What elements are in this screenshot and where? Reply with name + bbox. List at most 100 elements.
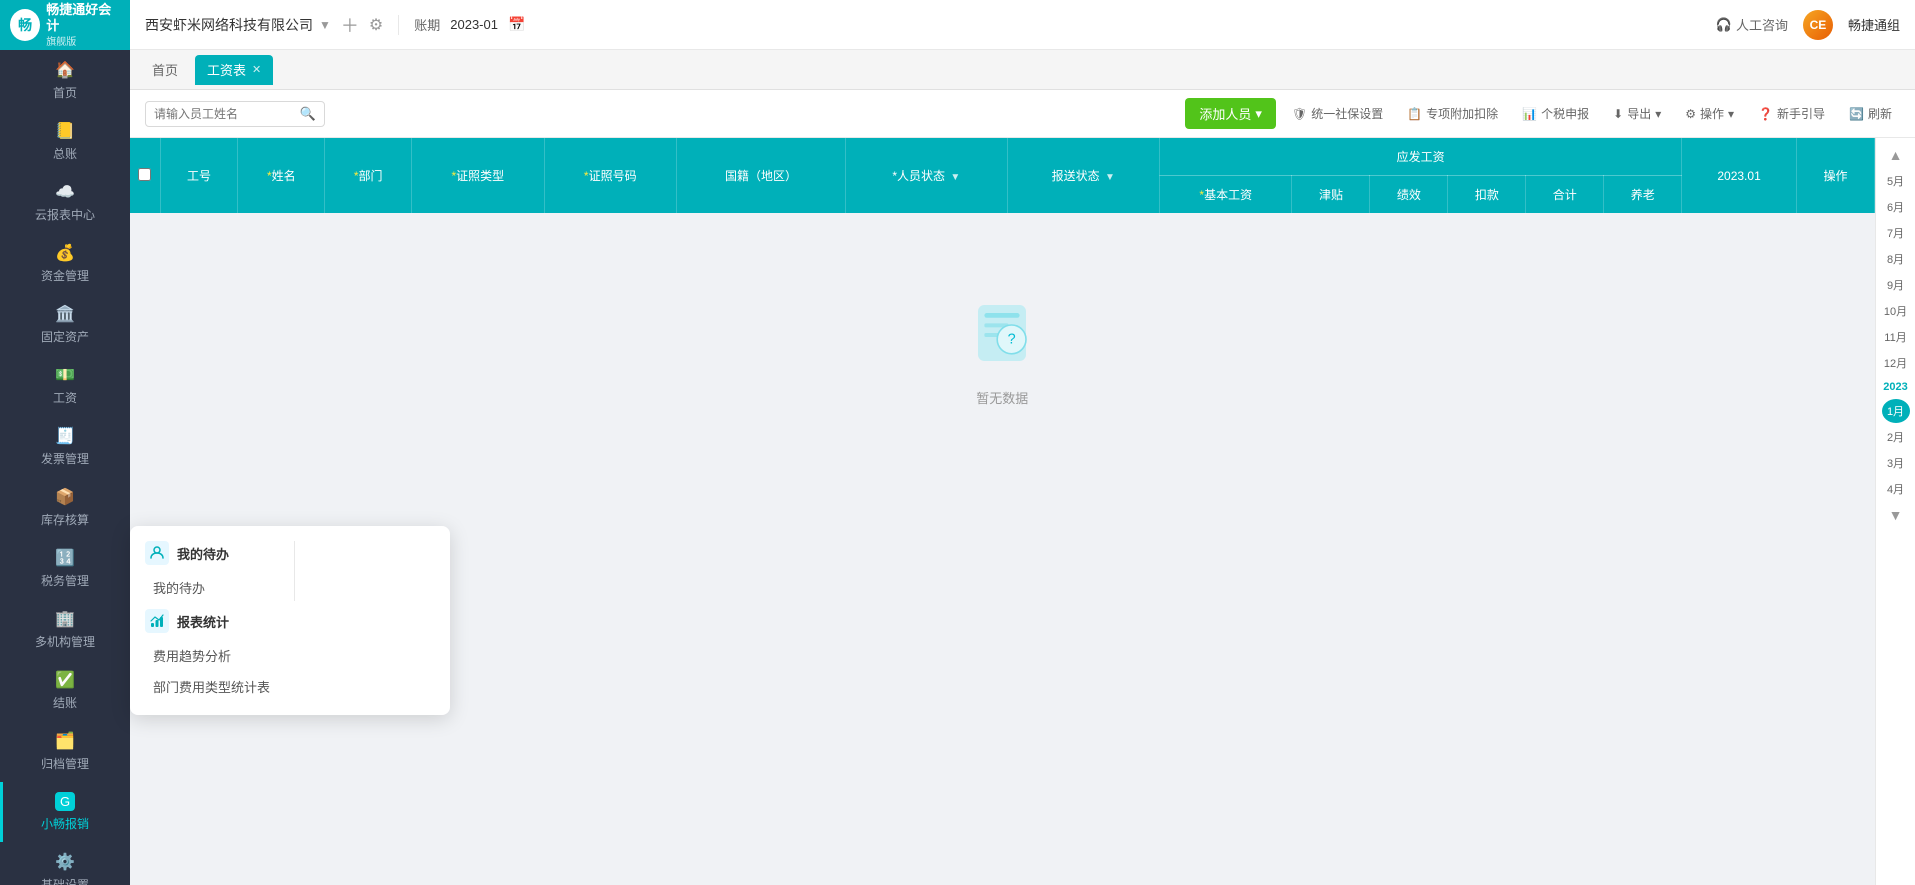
col-op: 操作	[1796, 138, 1874, 213]
nav-up-button[interactable]: ▲	[1885, 143, 1907, 167]
popup-columns: 我的待办 我的待办 报表统计 费用趋势分析 部门费用类型统计表	[145, 541, 435, 700]
tab-home[interactable]: 首页	[140, 55, 190, 85]
assets-icon: 🏛️	[55, 304, 75, 324]
add-company-button[interactable]: ＋	[341, 12, 359, 38]
popup-section2-header: 报表统计	[145, 609, 286, 633]
company-selector[interactable]: 西安虾米网络科技有限公司 ▼	[145, 15, 331, 35]
col-nationality: 国籍（地区）	[676, 138, 845, 213]
month-6[interactable]: 6月	[1876, 195, 1915, 219]
user-name[interactable]: 畅捷通组	[1848, 15, 1900, 34]
dropdown-arrow-icon: ▾	[1255, 106, 1262, 122]
col-period: 2023.01	[1682, 138, 1797, 213]
col-jobnum: 工号	[160, 138, 238, 213]
settlement-icon: ✅	[55, 670, 75, 690]
month-4[interactable]: 4月	[1876, 477, 1915, 501]
personal-tax-button[interactable]: 📊 个税申报	[1514, 100, 1597, 127]
col-allowance: 津贴	[1292, 176, 1370, 214]
archive-icon: 🗂️	[55, 731, 75, 751]
month-7[interactable]: 7月	[1876, 221, 1915, 245]
social-security-button[interactable]: 🛡 统一社保设置	[1284, 100, 1391, 127]
popup-menu: 我的待办 我的待办 报表统计 费用趋势分析 部门费用类型统计表	[130, 526, 450, 715]
popup-item-trend[interactable]: 费用趋势分析	[145, 642, 286, 669]
month-11[interactable]: 11月	[1876, 325, 1915, 349]
sidebar-nav: 🏠 首页 📒 总账 ☁️ 云报表中心 💰 资金管理 🏛️ 固定资产 💵 工	[0, 50, 130, 885]
sidebar-item-salary[interactable]: 💵 工资	[0, 355, 130, 416]
sidebar-item-home[interactable]: 🏠 首页	[0, 50, 130, 111]
refresh-button[interactable]: 🔄 刷新	[1841, 100, 1900, 127]
col-performance: 绩效	[1370, 176, 1448, 214]
home-icon: 🏠	[55, 60, 75, 80]
sidebar-item-xiaochang[interactable]: G 小畅报销	[0, 782, 130, 842]
page-header: 🔍 添加人员 ▾ 🛡 统一社保设置 📋 专项附加扣除	[130, 90, 1915, 138]
sidebar-item-tax[interactable]: 🔢 税务管理	[0, 538, 130, 599]
col-submit-status: 报送状态 ▼	[1007, 138, 1160, 213]
submit-filter-icon[interactable]: ▼	[1105, 172, 1115, 183]
divider	[398, 15, 399, 35]
invoice-icon: 🧾	[55, 426, 75, 446]
content-area: 🔍 添加人员 ▾ 🛡 统一社保设置 📋 专项附加扣除	[130, 90, 1915, 885]
operation-button[interactable]: ⚙ 操作 ▾	[1677, 100, 1742, 127]
inventory-icon: 📦	[55, 487, 75, 507]
sidebar-item-multi-org[interactable]: 🏢 多机构管理	[0, 599, 130, 660]
month-3[interactable]: 3月	[1876, 451, 1915, 475]
logo-icon: 畅	[10, 9, 40, 41]
xiaochang-icon: G	[55, 792, 75, 811]
month-5[interactable]: 5月	[1876, 169, 1915, 193]
popup-divider	[294, 541, 295, 601]
sidebar-item-invoice[interactable]: 🧾 发票管理	[0, 416, 130, 477]
sidebar-item-basic-settings[interactable]: ⚙️ 基础设置	[0, 842, 130, 885]
nav-down-button[interactable]: ▼	[1885, 503, 1907, 527]
new-guide-button[interactable]: ❓ 新手引导	[1750, 100, 1833, 127]
search-wrap[interactable]: 🔍	[145, 101, 325, 127]
empty-state: ? 暂无数据	[130, 213, 1875, 487]
col-id-num: *证照号码	[544, 138, 676, 213]
salary-icon: 💵	[55, 365, 75, 385]
cloud-icon: ☁️	[55, 182, 75, 202]
fund-icon: 💰	[55, 243, 75, 263]
popup-section2-icon	[145, 609, 169, 633]
select-all-checkbox[interactable]	[138, 168, 151, 181]
avatar: CE	[1803, 10, 1833, 40]
table-container[interactable]: 工号 *姓名 *部门 *证照类型 *证照号码 国籍（地区） *人员状态 ▼ 报送…	[130, 138, 1875, 885]
tax-btn-icon: 📊	[1522, 107, 1537, 121]
support-button[interactable]: 🎧 人工咨询	[1716, 15, 1788, 34]
month-1[interactable]: 1月	[1882, 399, 1910, 423]
tab-salary-table[interactable]: 工资表 ✕	[195, 55, 273, 85]
add-person-button[interactable]: 添加人员 ▾	[1185, 98, 1276, 129]
export-icon: ⬇	[1613, 107, 1623, 121]
sidebar-item-inventory[interactable]: 📦 库存核算	[0, 477, 130, 538]
popup-item-dept-stats[interactable]: 部门费用类型统计表	[145, 673, 286, 700]
month-12[interactable]: 12月	[1876, 351, 1915, 375]
calendar-icon[interactable]: 📅	[508, 16, 525, 33]
guide-btn-icon: ❓	[1758, 107, 1773, 121]
right-panel: ▲ 5月 6月 7月 8月 9月 10月 11月 12月 2023 1月 2月 …	[1875, 138, 1915, 885]
headset-icon: 🎧	[1716, 17, 1732, 33]
popup-item-mytodo[interactable]: 我的待办	[145, 574, 286, 601]
sidebar-item-fixed-assets[interactable]: 🏛️ 固定资产	[0, 294, 130, 355]
month-10[interactable]: 10月	[1876, 299, 1915, 323]
page-actions: 添加人员 ▾ 🛡 统一社保设置 📋 专项附加扣除 📊 个税申报	[1185, 98, 1900, 129]
sidebar-item-settlement[interactable]: ✅ 结账	[0, 660, 130, 721]
logo-text: 畅捷通好会计 旗舰版	[46, 2, 120, 48]
popup-section1-header: 我的待办	[145, 541, 286, 565]
status-filter-icon[interactable]: ▼	[950, 172, 960, 183]
special-icon: 📋	[1407, 107, 1422, 121]
tab-close-icon[interactable]: ✕	[252, 63, 261, 76]
sidebar-item-archive[interactable]: 🗂️ 归档管理	[0, 721, 130, 782]
sidebar-item-ledger[interactable]: 📒 总账	[0, 111, 130, 172]
month-8[interactable]: 8月	[1876, 247, 1915, 271]
settings-button[interactable]: ⚙	[369, 15, 383, 35]
col-status: *人员状态 ▼	[846, 138, 1007, 213]
op-arrow-icon: ▾	[1728, 107, 1734, 121]
company-name: 西安虾米网络科技有限公司	[145, 15, 313, 35]
search-input[interactable]	[154, 107, 294, 121]
sidebar-item-fund[interactable]: 💰 资金管理	[0, 233, 130, 294]
refresh-icon: 🔄	[1849, 107, 1864, 121]
special-deduct-button[interactable]: 📋 专项附加扣除	[1399, 100, 1506, 127]
export-button[interactable]: ⬇ 导出 ▾	[1605, 100, 1669, 127]
ledger-icon: 📒	[55, 121, 75, 141]
top-bar-right: 🎧 人工咨询 CE 畅捷通组	[1716, 10, 1900, 40]
month-9[interactable]: 9月	[1876, 273, 1915, 297]
sidebar-item-cloud-report[interactable]: ☁️ 云报表中心	[0, 172, 130, 233]
month-2[interactable]: 2月	[1876, 425, 1915, 449]
